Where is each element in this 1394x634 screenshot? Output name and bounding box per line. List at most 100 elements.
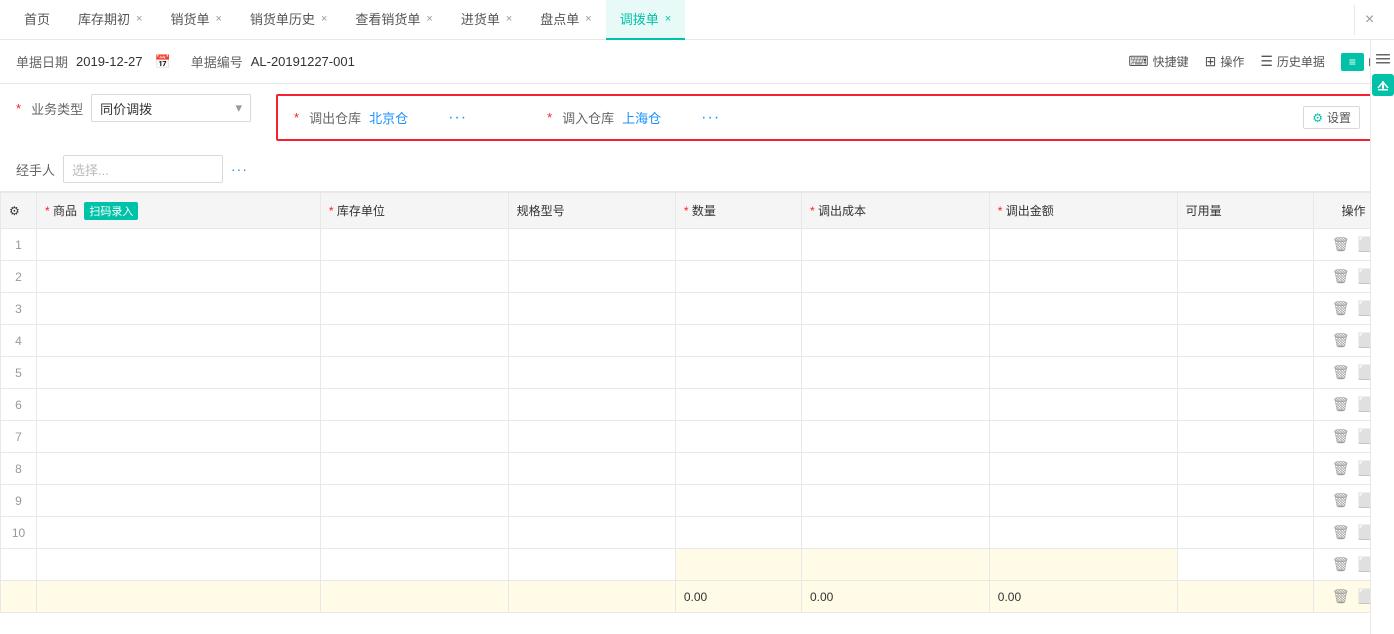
delete-icon[interactable]: 🗑 (1332, 364, 1350, 381)
row-1-unit[interactable] (320, 229, 508, 261)
row-9-unit[interactable] (320, 485, 508, 517)
handler-input[interactable]: 选择... (63, 155, 223, 183)
row-4-amount[interactable] (989, 325, 1177, 357)
warehouse-out-value[interactable]: 北京仓 (369, 108, 408, 127)
row-2-unit[interactable] (320, 261, 508, 293)
row-1-product[interactable] (37, 229, 321, 261)
delete-icon[interactable]: 🗑 (1332, 460, 1350, 477)
row-2-qty[interactable] (675, 261, 801, 293)
date-value[interactable]: 2019-12-27 (76, 54, 143, 69)
row-8-spec[interactable] (508, 453, 675, 485)
row-8-cost[interactable] (801, 453, 989, 485)
warehouse-in-more-button[interactable]: ··· (701, 109, 720, 127)
tab-stock-init-close[interactable]: × (136, 13, 142, 25)
row-3-product[interactable] (37, 293, 321, 325)
row-4-cost[interactable] (801, 325, 989, 357)
row-8-available[interactable] (1177, 453, 1313, 485)
tab-purchase-order-close[interactable]: × (506, 13, 512, 25)
row-7-cost[interactable] (801, 421, 989, 453)
delete-icon[interactable]: 🗑 (1332, 300, 1350, 317)
row-11-spec[interactable] (508, 549, 675, 581)
tab-sales-history-close[interactable]: × (321, 13, 327, 25)
col-gear[interactable]: ⚙ (1, 193, 37, 229)
row-2-cost[interactable] (801, 261, 989, 293)
row-7-amount[interactable] (989, 421, 1177, 453)
delete-icon[interactable]: 🗑 (1332, 428, 1350, 445)
delete-icon[interactable]: 🗑 (1332, 236, 1350, 253)
row-11-cost[interactable] (801, 549, 989, 581)
row-7-product[interactable] (37, 421, 321, 453)
row-8-product[interactable] (37, 453, 321, 485)
calendar-icon[interactable]: 📅 (155, 54, 171, 70)
row-5-unit[interactable] (320, 357, 508, 389)
row-7-unit[interactable] (320, 421, 508, 453)
row-5-available[interactable] (1177, 357, 1313, 389)
row-9-qty[interactable] (675, 485, 801, 517)
row-11-qty[interactable] (675, 549, 801, 581)
row-11-unit[interactable] (320, 549, 508, 581)
row-7-available[interactable] (1177, 421, 1313, 453)
row-5-cost[interactable] (801, 357, 989, 389)
row-10-product[interactable] (37, 517, 321, 549)
tab-stock-init[interactable]: 库存期初 × (64, 0, 156, 40)
row-9-cost[interactable] (801, 485, 989, 517)
row-3-amount[interactable] (989, 293, 1177, 325)
handler-more-button[interactable]: ··· (231, 161, 248, 177)
row-11-available[interactable] (1177, 549, 1313, 581)
history-button[interactable]: ☰ 历史单据 (1260, 53, 1325, 70)
delete-icon[interactable]: 🗑 (1332, 524, 1350, 541)
tab-transfer-close[interactable]: × (665, 13, 671, 25)
row-10-spec[interactable] (508, 517, 675, 549)
row-1-spec[interactable] (508, 229, 675, 261)
tab-sales-history[interactable]: 销货单历史 × (236, 0, 341, 40)
row-4-unit[interactable] (320, 325, 508, 357)
row-8-unit[interactable] (320, 453, 508, 485)
row-5-spec[interactable] (508, 357, 675, 389)
warehouse-in-value[interactable]: 上海仓 (622, 108, 661, 127)
row-5-amount[interactable] (989, 357, 1177, 389)
delete-icon[interactable]: 🗑 (1332, 588, 1350, 605)
row-1-cost[interactable] (801, 229, 989, 261)
row-6-unit[interactable] (320, 389, 508, 421)
delete-icon[interactable]: 🗑 (1332, 396, 1350, 413)
row-5-product[interactable] (37, 357, 321, 389)
row-2-available[interactable] (1177, 261, 1313, 293)
tab-inventory[interactable]: 盘点单 × (526, 0, 605, 40)
row-9-product[interactable] (37, 485, 321, 517)
tab-inventory-close[interactable]: × (585, 13, 591, 25)
row-6-qty[interactable] (675, 389, 801, 421)
row-9-available[interactable] (1177, 485, 1313, 517)
row-2-spec[interactable] (508, 261, 675, 293)
row-4-spec[interactable] (508, 325, 675, 357)
delete-icon[interactable]: 🗑 (1332, 492, 1350, 509)
row-3-unit[interactable] (320, 293, 508, 325)
window-close-button[interactable]: × (1354, 5, 1384, 35)
row-5-qty[interactable] (675, 357, 801, 389)
tab-sales-order-close[interactable]: × (215, 13, 221, 25)
operations-button[interactable]: ⊞ 操作 (1205, 53, 1245, 70)
layout-btn-1[interactable]: ≡ (1341, 53, 1364, 71)
row-11-amount[interactable] (989, 549, 1177, 581)
row-10-available[interactable] (1177, 517, 1313, 549)
row-4-qty[interactable] (675, 325, 801, 357)
row-3-spec[interactable] (508, 293, 675, 325)
row-4-available[interactable] (1177, 325, 1313, 357)
row-4-product[interactable] (37, 325, 321, 357)
row-6-amount[interactable] (989, 389, 1177, 421)
row-8-qty[interactable] (675, 453, 801, 485)
row-10-qty[interactable] (675, 517, 801, 549)
row-2-product[interactable] (37, 261, 321, 293)
row-3-cost[interactable] (801, 293, 989, 325)
row-9-spec[interactable] (508, 485, 675, 517)
tab-purchase-order[interactable]: 进货单 × (447, 0, 526, 40)
row-1-amount[interactable] (989, 229, 1177, 261)
row-10-amount[interactable] (989, 517, 1177, 549)
row-2-amount[interactable] (989, 261, 1177, 293)
row-10-cost[interactable] (801, 517, 989, 549)
row-1-qty[interactable] (675, 229, 801, 261)
settings-button[interactable]: ⚙ 设置 (1303, 106, 1360, 129)
scan-input-button[interactable]: 扫码录入 (84, 202, 138, 220)
row-7-qty[interactable] (675, 421, 801, 453)
delete-icon[interactable]: 🗑 (1332, 332, 1350, 349)
tab-view-sales[interactable]: 查看销货单 × (341, 0, 446, 40)
